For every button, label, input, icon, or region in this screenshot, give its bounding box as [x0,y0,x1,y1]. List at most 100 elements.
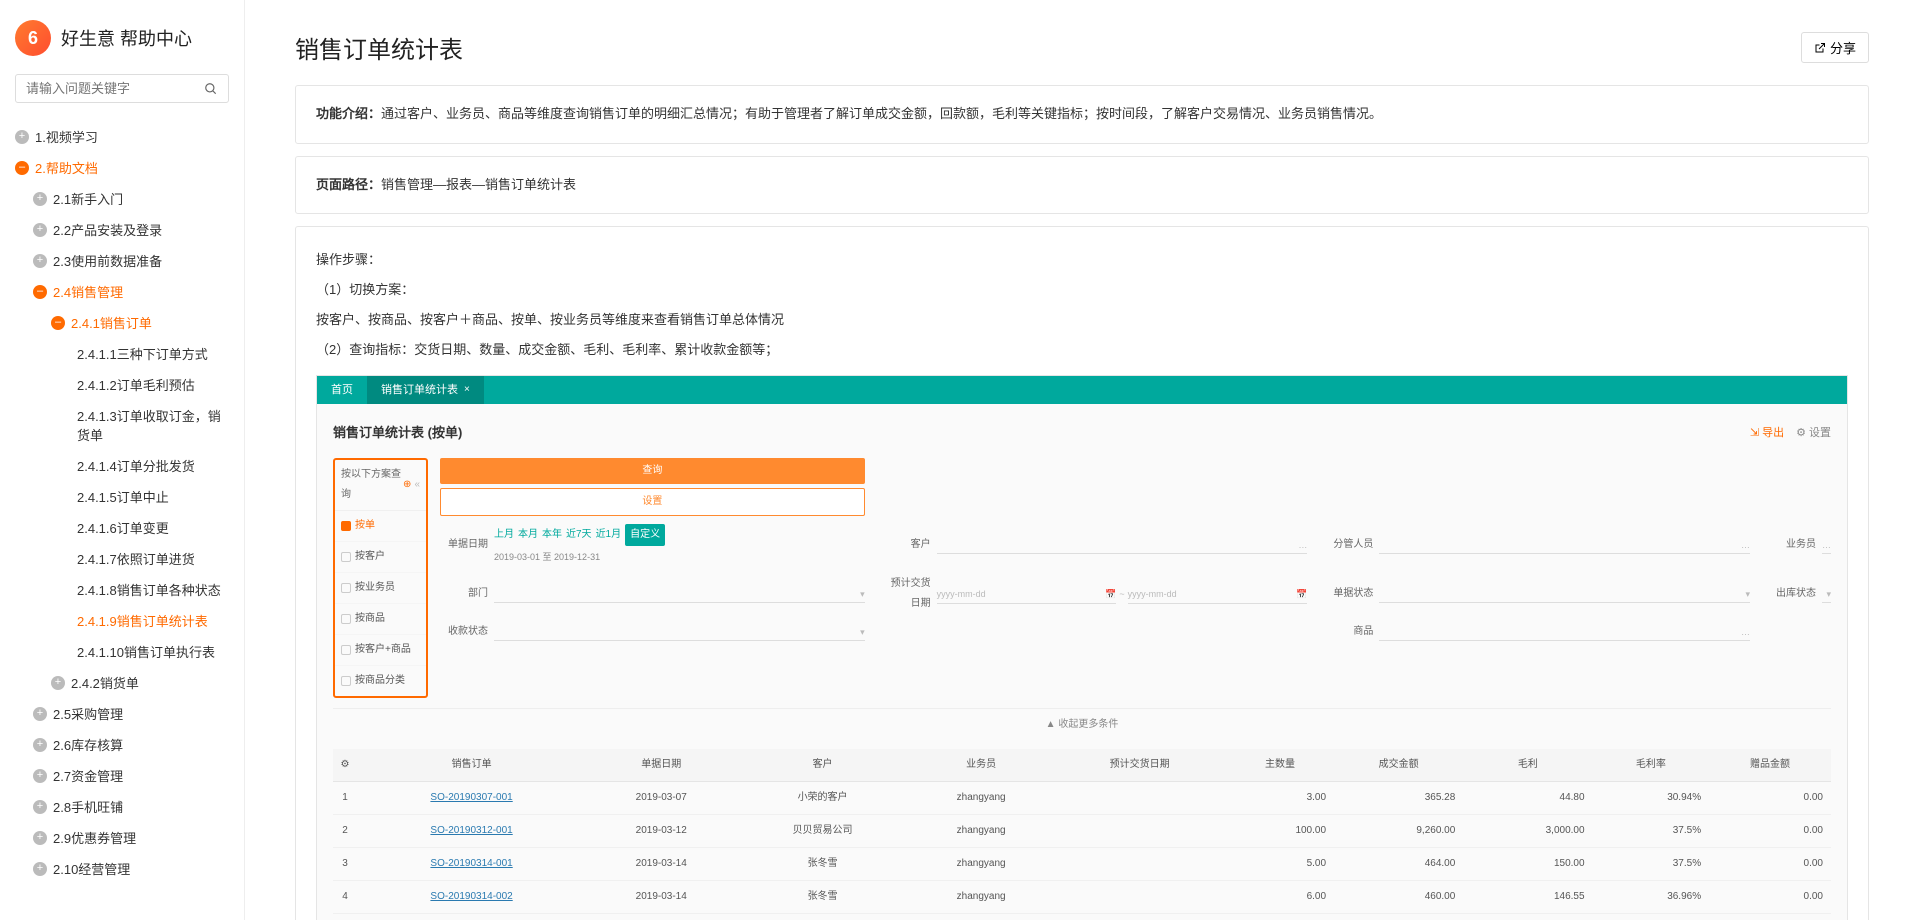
table-row[interactable]: 5SO-20190318-0012019-03-18贝贝贸易公司zhangyan… [333,914,1831,920]
step2-text: （2）查询指标：交货日期、数量、成交金额、毛利、毛利率、累计收款金额等； [316,337,1848,363]
tab-active[interactable]: 销售订单统计表× [367,376,484,404]
nav-tree: +1.视频学习 –2.帮助文档 +2.1新手入门 +2.2产品安装及登录 +2.… [15,121,229,884]
export-button[interactable]: ⇲ 导出 [1750,422,1784,444]
column-header: 赠品金额 [1709,749,1831,782]
scheme-option[interactable]: 按业务员 [335,573,426,604]
expand-icon[interactable]: + [33,254,47,268]
nav-item[interactable]: +2.2产品安装及登录 [15,214,229,245]
path-label: 页面路径： [316,177,381,192]
expand-icon[interactable]: + [33,223,47,237]
salesman-input[interactable]: … [1822,536,1831,554]
table-row[interactable]: 2SO-20190312-0012019-03-12贝贝贸易公司zhangyan… [333,815,1831,848]
brand-row: 6 好生意 帮助中心 [15,20,229,56]
scheme-option[interactable]: 按客户 [335,542,426,573]
paystatus-input[interactable]: ▾ [494,623,865,641]
step1-label: （1）切换方案： [316,277,1848,303]
collapse-icon[interactable]: – [15,161,29,175]
expand-icon[interactable]: + [51,676,65,690]
table-row[interactable]: 1SO-20190307-0012019-03-07小荣的客户zhangyang… [333,782,1831,815]
gear-icon[interactable]: ⚙ [341,759,350,770]
assignee-input[interactable]: … [1379,536,1750,554]
column-header: ⚙ [333,749,357,782]
search-input[interactable] [26,81,204,96]
logo-icon: 6 [15,20,51,56]
set-button[interactable]: 设置 [440,488,865,516]
nav-item[interactable]: 2.4.1.5订单中止 [15,481,229,512]
tab-bar: 首页 销售订单统计表× [317,376,1847,404]
date-preset[interactable]: 本月 [518,525,538,545]
collapse-toggle[interactable]: ▲ 收起更多条件 [333,708,1831,741]
collapse-icon[interactable]: – [33,285,47,299]
nav-item[interactable]: +2.6库存核算 [15,729,229,760]
expand-icon[interactable]: + [33,769,47,783]
nav-item-current[interactable]: 2.4.1.9销售订单统计表 [15,605,229,636]
scheme-option[interactable]: 按商品 [335,604,426,635]
sidebar: 6 好生意 帮助中心 +1.视频学习 –2.帮助文档 +2.1新手入门 +2.2… [0,0,245,920]
close-icon[interactable]: × [464,380,470,400]
share-icon [1814,42,1826,54]
nav-item[interactable]: +2.7资金管理 [15,760,229,791]
scheme-option[interactable]: 按商品分类 [335,666,426,696]
add-icon[interactable]: ⊕ [403,475,411,495]
nav-item[interactable]: –2.4销售管理 [15,276,229,307]
expand-icon[interactable]: + [33,862,47,876]
share-button[interactable]: 分享 [1801,32,1869,63]
nav-item[interactable]: 2.4.1.4订单分批发货 [15,450,229,481]
expand-icon[interactable]: + [15,130,29,144]
goods-input[interactable]: … [1379,623,1750,641]
nav-item[interactable]: 2.4.1.6订单变更 [15,512,229,543]
column-header: 销售订单 [357,749,586,782]
dept-input[interactable]: ▾ [494,585,865,603]
nav-item[interactable]: +2.4.2销货单 [15,667,229,698]
scheme-option[interactable]: 按单 [335,511,426,542]
expand-icon[interactable]: + [33,831,47,845]
tab-home[interactable]: 首页 [317,376,367,404]
settings-button[interactable]: ⚙ 设置 [1796,422,1831,444]
search-icon [204,82,218,96]
expand-icon[interactable]: + [33,800,47,814]
date-preset[interactable]: 本年 [542,525,562,545]
column-header: 毛利率 [1593,749,1710,782]
column-header: 预计交货日期 [1053,749,1226,782]
nav-item[interactable]: +2.3使用前数据准备 [15,245,229,276]
nav-item[interactable]: 2.4.1.10销售订单执行表 [15,636,229,667]
nav-item[interactable]: +2.5采购管理 [15,698,229,729]
outstatus-input[interactable]: ▾ [1822,585,1831,603]
scheme-selector: 按以下方案查询 ⊕« 按单按客户按业务员按商品按客户+商品按商品分类 [333,458,428,698]
expand-icon[interactable]: + [33,707,47,721]
nav-item[interactable]: +2.8手机旺铺 [15,791,229,822]
nav-item[interactable]: +2.1新手入门 [15,183,229,214]
more-icon[interactable]: « [414,475,420,495]
nav-item[interactable]: 2.4.1.8销售订单各种状态 [15,574,229,605]
nav-item[interactable]: 2.4.1.7依照订单进货 [15,543,229,574]
date-preset[interactable]: 近1月 [596,525,622,545]
column-header: 客户 [736,749,909,782]
expected-date-range[interactable]: yyyy-mm-dd📅 ~ yyyy-mm-dd📅 [937,585,1308,604]
date-preset[interactable]: 自定义 [625,524,665,546]
collapse-icon[interactable]: – [51,316,65,330]
expand-icon[interactable]: + [33,192,47,206]
column-header: 成交金额 [1334,749,1463,782]
nav-item[interactable]: +2.10经营管理 [15,853,229,884]
nav-item[interactable]: 2.4.1.1三种下订单方式 [15,338,229,369]
nav-item[interactable]: –2.帮助文档 [15,152,229,183]
table-row[interactable]: 4SO-20190314-0022019-03-14张冬雪zhangyang6.… [333,881,1831,914]
nav-item[interactable]: +1.视频学习 [15,121,229,152]
intro-label: 功能介绍： [316,106,381,121]
scheme-option[interactable]: 按客户+商品 [335,635,426,666]
date-presets: 上月本月本年近7天近1月自定义 [494,524,865,546]
table-row[interactable]: 3SO-20190314-0012019-03-14张冬雪zhangyang5.… [333,848,1831,881]
step1-text: 按客户、按商品、按客户＋商品、按单、按业务员等维度来查看销售订单总体情况 [316,307,1848,333]
nav-item[interactable]: –2.4.1销售订单 [15,307,229,338]
date-preset[interactable]: 上月 [494,525,514,545]
expand-icon[interactable]: + [33,738,47,752]
nav-item[interactable]: 2.4.1.3订单收取订金，销货单 [15,400,229,450]
query-button[interactable]: 查询 [440,458,865,484]
brand-title: 好生意 帮助中心 [61,25,192,51]
nav-item[interactable]: +2.9优惠券管理 [15,822,229,853]
date-preset[interactable]: 近7天 [566,525,592,545]
customer-input[interactable]: … [937,536,1308,554]
status-input[interactable]: ▾ [1379,585,1750,603]
search-box[interactable] [15,74,229,103]
nav-item[interactable]: 2.4.1.2订单毛利预估 [15,369,229,400]
